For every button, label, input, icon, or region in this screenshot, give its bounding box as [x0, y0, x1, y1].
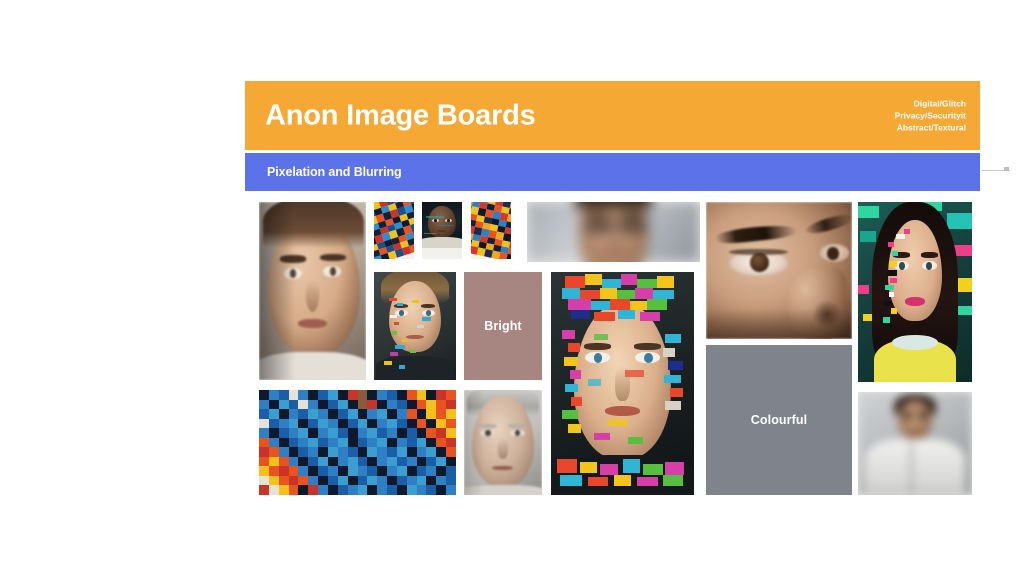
gallery-tile-portrait-blurred-man-shirt[interactable] [858, 392, 972, 495]
portrait-man-thumb-2-art [422, 202, 462, 248]
abstract-pixel-thumb-3-art [471, 202, 511, 259]
portrait-glitch-woman-art [858, 202, 972, 382]
swatch-bright-label: Bright [484, 319, 522, 333]
swatch-colourful-label: Colourful [750, 413, 808, 427]
gallery-tile-abstract-pixel-thumb-3[interactable] [471, 202, 511, 259]
portrait-blurred-man-shirt-art [858, 392, 972, 495]
gallery-tile-portrait-man-thumb-2[interactable] [422, 202, 462, 259]
eye-closeup-art [706, 202, 852, 339]
portrait-older-man-art [464, 390, 542, 495]
portrait-young-man-large-art [259, 202, 366, 380]
portrait-glasses-blurred-art [527, 202, 700, 262]
gallery-tile-portrait-young-man-large[interactable] [259, 202, 366, 380]
gallery-tile-portrait-glitch-young-man[interactable] [374, 272, 456, 380]
gallery-tile-eye-closeup[interactable] [706, 202, 852, 339]
gallery-tile-portrait-glasses-blurred[interactable] [527, 202, 700, 262]
gallery-tile-swatch-colourful[interactable]: Colourful [706, 345, 852, 495]
abstract-pixel-thumb-1-art [374, 202, 414, 259]
portrait-glitch-young-man-art [374, 272, 456, 380]
gallery-tile-portrait-pixelated-large[interactable] [551, 272, 694, 495]
slide-canvas: Anon Image Boards Digital/Glitch Privacy… [0, 0, 1024, 576]
gallery-tile-portrait-older-man[interactable] [464, 390, 542, 495]
gallery-tile-swatch-bright[interactable]: Bright [464, 272, 542, 380]
portrait-pixelated-large-art [551, 272, 694, 495]
mosaic-radial-burst-art [259, 390, 456, 495]
gallery-tile-mosaic-radial-burst[interactable] [259, 390, 456, 495]
gallery-tile-abstract-pixel-thumb-1[interactable] [374, 202, 414, 259]
gallery-tile-portrait-glitch-woman[interactable] [858, 202, 972, 382]
image-grid: Bright Colourful [0, 0, 1024, 576]
